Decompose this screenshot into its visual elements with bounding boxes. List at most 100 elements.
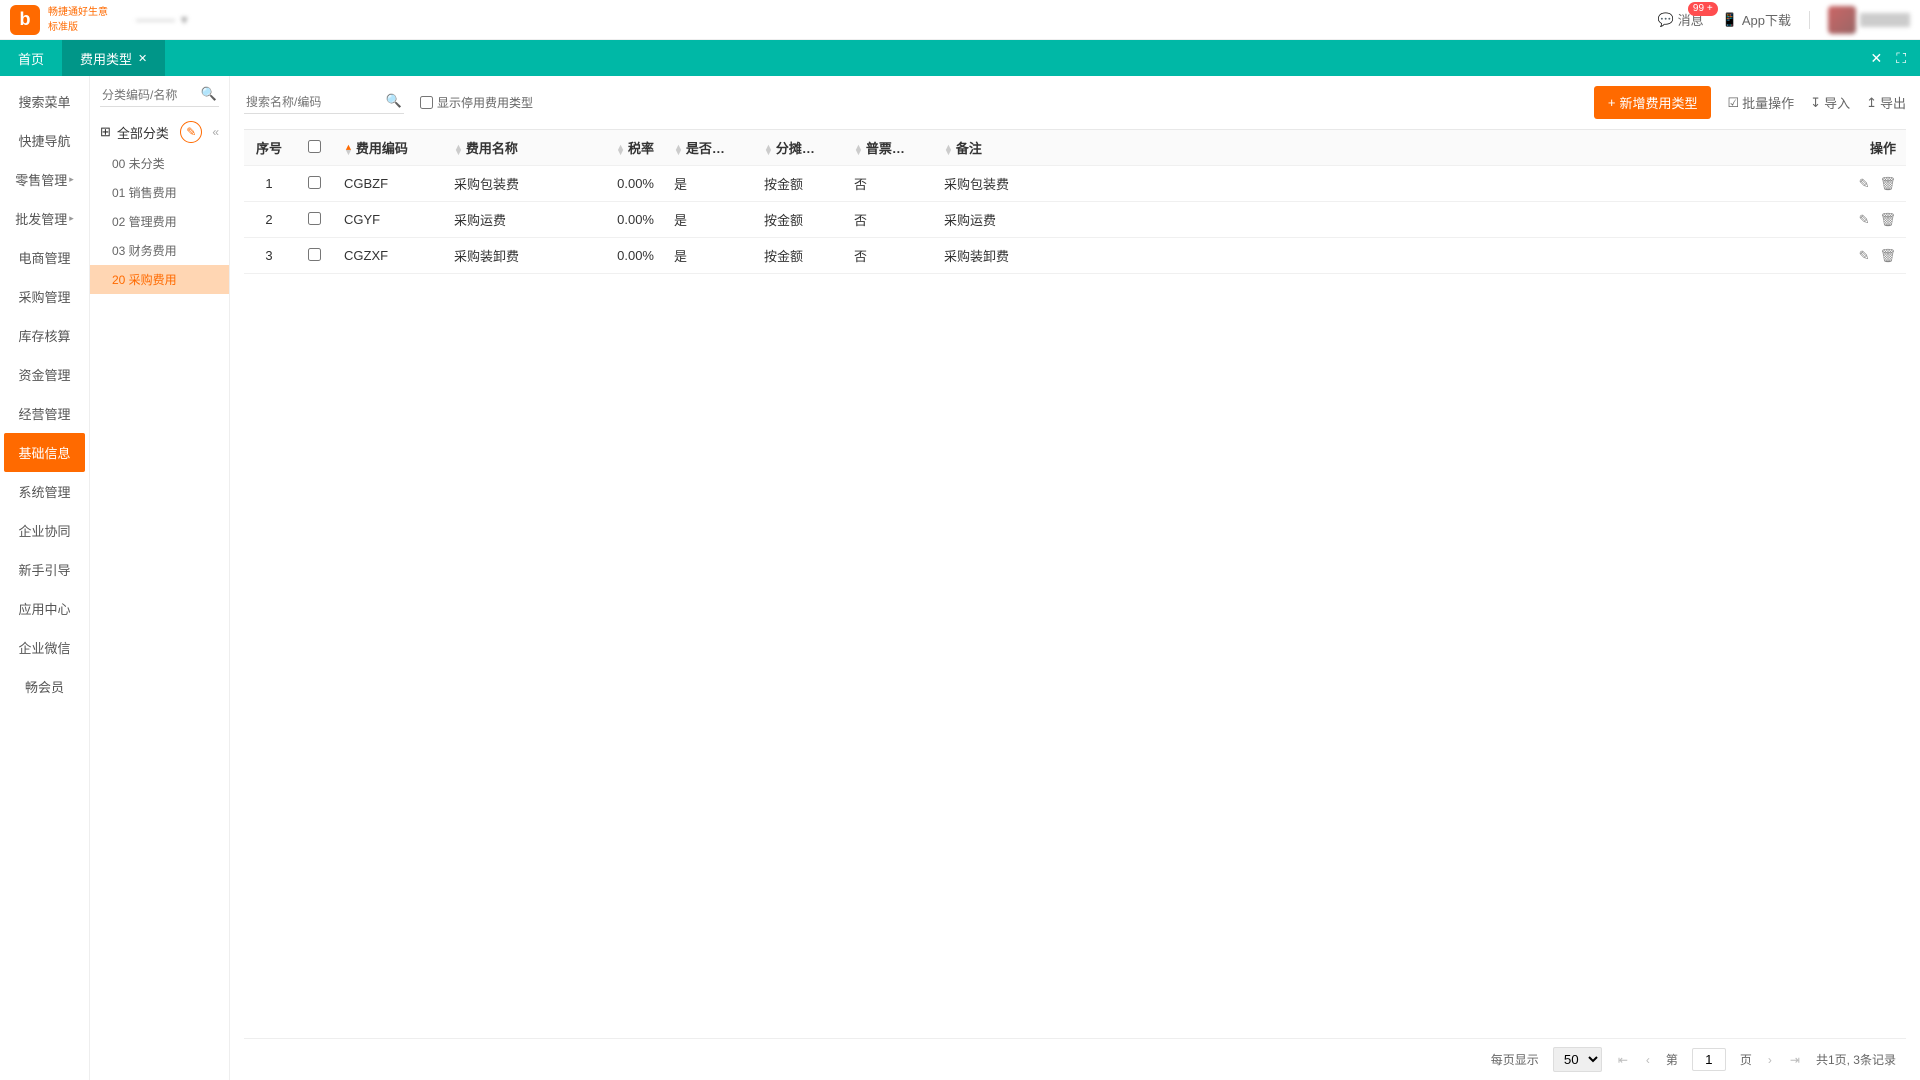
row-checkbox[interactable] [308, 212, 321, 225]
delete-icon[interactable]: 🗑 [1879, 248, 1896, 264]
col-share[interactable]: ▲▼分摊… [754, 130, 844, 166]
sidebar-item-label: 应用中心 [18, 599, 70, 618]
edit-category-button[interactable]: ✎ [180, 121, 202, 143]
sidebar-item-15[interactable]: 畅会员 [0, 667, 89, 706]
cell-name: 采购运费 [444, 202, 584, 238]
table-row: 3CGZXF采购装卸费0.00%是按金额否采购装卸费✎🗑 [244, 238, 1906, 274]
cell-remark: 采购装卸费 [934, 238, 1826, 274]
cell-share: 按金额 [754, 166, 844, 202]
fullscreen-icon[interactable]: ⛶ [1896, 50, 1906, 67]
sidebar-item-label: 畅会员 [25, 677, 64, 696]
batch-button-label: 批量操作 [1742, 93, 1794, 112]
show-disabled-checkbox[interactable]: 显示停用费用类型 [420, 94, 533, 111]
tab-home[interactable]: 首页 [0, 40, 62, 76]
sidebar-item-label: 电商管理 [18, 248, 70, 267]
import-button[interactable]: ↧ 导入 [1810, 93, 1850, 112]
cell-code: CGZXF [334, 238, 444, 274]
logo-text-block: 畅捷通好生意 标准版 [48, 7, 108, 33]
close-icon[interactable]: ✕ [138, 52, 147, 65]
tab-home-label: 首页 [18, 49, 44, 68]
sidebar-item-14[interactable]: 企业微信 [0, 628, 89, 667]
cell-isx: 是 [664, 202, 754, 238]
col-remark[interactable]: ▲▼备注 [934, 130, 1826, 166]
col-ticket[interactable]: ▲▼普票… [844, 130, 934, 166]
sidebar-item-8[interactable]: 经营管理 [0, 394, 89, 433]
category-all[interactable]: ⊞ 全部分类 [100, 123, 169, 142]
tab-bar-actions: ✕ ⛶ [1870, 50, 1920, 67]
col-isx[interactable]: ▲▼是否… [664, 130, 754, 166]
export-button-label: 导出 [1880, 93, 1906, 112]
select-all-checkbox[interactable] [308, 140, 321, 153]
col-rate[interactable]: ▲▼税率 [584, 130, 664, 166]
mobile-icon: 📱 [1722, 12, 1738, 28]
first-page-icon[interactable]: ⇤ [1616, 1053, 1630, 1067]
per-page-select[interactable]: 50 [1553, 1047, 1602, 1072]
col-name[interactable]: ▲▼费用名称 [444, 130, 584, 166]
category-item-4[interactable]: 20 采购费用 [90, 265, 229, 294]
logo-subtext: 标准版 [48, 18, 108, 33]
col-code[interactable]: ▲▼费用编码 [334, 130, 444, 166]
chevron-down-icon: ▾ [181, 12, 188, 28]
last-page-icon[interactable]: ⇥ [1788, 1053, 1802, 1067]
page-input[interactable] [1692, 1048, 1726, 1071]
search-icon[interactable]: 🔍 [386, 93, 402, 109]
user-menu[interactable] [1828, 6, 1910, 34]
edit-icon[interactable]: ✎ [1859, 248, 1870, 264]
app-download-button[interactable]: 📱 App下载 [1722, 10, 1791, 29]
cell-remark: 采购运费 [934, 202, 1826, 238]
sidebar-item-11[interactable]: 企业协同 [0, 511, 89, 550]
category-item-3[interactable]: 03 财务费用 [90, 236, 229, 265]
search-input[interactable] [244, 91, 404, 114]
cell-select [294, 166, 334, 202]
sidebar-item-0[interactable]: 搜索菜单 [0, 82, 89, 121]
toolbar-left: 🔍 显示停用费用类型 [244, 91, 533, 114]
sidebar-item-2[interactable]: 零售管理▸ [0, 160, 89, 199]
sidebar-item-7[interactable]: 资金管理 [0, 355, 89, 394]
edit-icon[interactable]: ✎ [1859, 212, 1870, 228]
batch-button[interactable]: ☑ 批量操作 [1727, 93, 1794, 112]
col-select-all[interactable] [294, 130, 334, 166]
main-search: 🔍 [244, 91, 404, 114]
row-checkbox[interactable] [308, 248, 321, 261]
export-button[interactable]: ↥ 导出 [1866, 93, 1906, 112]
col-operation: 操作 [1826, 130, 1906, 166]
prev-page-icon[interactable]: ‹ [1644, 1053, 1652, 1067]
category-search: 🔍 [90, 76, 229, 115]
sidebar-item-label: 批发管理 [15, 209, 67, 228]
org-selector[interactable]: ——— ▾ [136, 12, 188, 28]
cell-rate: 0.00% [584, 238, 664, 274]
sidebar-item-1[interactable]: 快捷导航 [0, 121, 89, 160]
sidebar-item-12[interactable]: 新手引导 [0, 550, 89, 589]
sidebar-item-label: 经营管理 [18, 404, 70, 423]
tab-bar: 首页 费用类型 ✕ ✕ ⛶ [0, 40, 1920, 76]
row-checkbox[interactable] [308, 176, 321, 189]
edit-icon[interactable]: ✎ [1859, 176, 1870, 192]
sidebar-item-10[interactable]: 系统管理 [0, 472, 89, 511]
close-all-icon[interactable]: ✕ [1870, 50, 1882, 67]
category-item-0[interactable]: 00 未分类 [90, 149, 229, 178]
category-item-1[interactable]: 01 销售费用 [90, 178, 229, 207]
sidebar-item-label: 系统管理 [18, 482, 70, 501]
collapse-icon[interactable]: « [212, 125, 219, 139]
avatar [1828, 6, 1856, 34]
messages-button[interactable]: 💬 消息 99 + [1657, 10, 1703, 29]
col-index[interactable]: 序号 [244, 130, 294, 166]
tab-expense-type[interactable]: 费用类型 ✕ [62, 40, 165, 76]
page-prefix: 第 [1666, 1051, 1678, 1068]
cell-select [294, 238, 334, 274]
sidebar-item-5[interactable]: 采购管理 [0, 277, 89, 316]
sidebar-item-13[interactable]: 应用中心 [0, 589, 89, 628]
show-disabled-input[interactable] [420, 96, 433, 109]
category-item-2[interactable]: 02 管理费用 [90, 207, 229, 236]
sidebar-item-3[interactable]: 批发管理▸ [0, 199, 89, 238]
sidebar-item-4[interactable]: 电商管理 [0, 238, 89, 277]
table-row: 2CGYF采购运费0.00%是按金额否采购运费✎🗑 [244, 202, 1906, 238]
sidebar-item-9[interactable]: 基础信息 [4, 433, 85, 472]
search-icon[interactable]: 🔍 [201, 86, 217, 102]
delete-icon[interactable]: 🗑 [1879, 176, 1896, 192]
sidebar-item-6[interactable]: 库存核算 [0, 316, 89, 355]
add-button[interactable]: + 新增费用类型 [1594, 86, 1712, 119]
pagination: 每页显示 50 ⇤ ‹ 第 页 › ⇥ 共1页, 3条记录 [244, 1038, 1906, 1080]
next-page-icon[interactable]: › [1766, 1053, 1774, 1067]
delete-icon[interactable]: 🗑 [1879, 212, 1896, 228]
